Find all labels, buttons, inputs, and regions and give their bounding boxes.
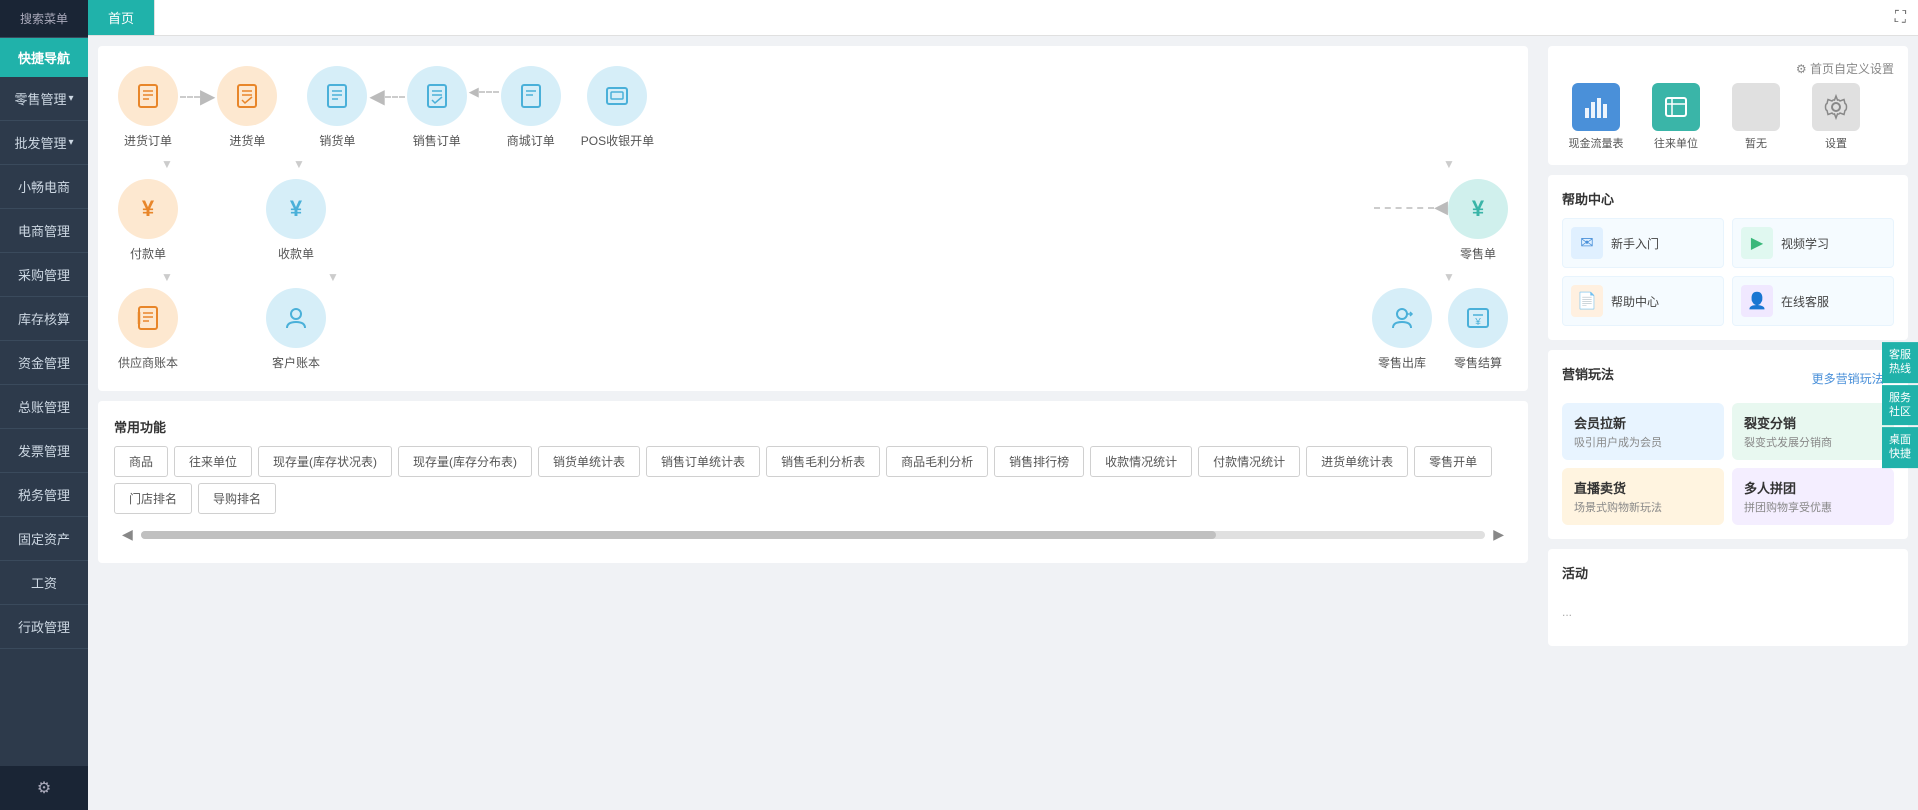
quick-icons: 现金流量表 往来单位 暂无 [1562, 83, 1894, 151]
btn-payment-stat[interactable]: 付款情况统计 [1198, 446, 1300, 477]
node-purchase-order[interactable]: 进货订单 [118, 66, 178, 149]
sidebar-item-ecommerce-mgmt[interactable]: 电商管理 [0, 209, 88, 253]
btn-stock-status[interactable]: 现存量(库存状况表) [258, 446, 392, 477]
marketing-item-group[interactable]: 多人拼团 拼团购物享受优惠 [1732, 468, 1894, 525]
marketing-item-live[interactable]: 直播卖货 场景式购物新玩法 [1562, 468, 1724, 525]
activity-card: 活动 ... [1548, 549, 1908, 646]
float-btn-desktop[interactable]: 桌面快捷 [1882, 427, 1918, 468]
help-item-beginner[interactable]: ✉ 新手入门 [1562, 218, 1724, 268]
btn-stock-dist[interactable]: 现存量(库存分布表) [398, 446, 532, 477]
btn-sales-rank[interactable]: 销售排行榜 [994, 446, 1084, 477]
help-item-video[interactable]: ▶ 视频学习 [1732, 218, 1894, 268]
sidebar-item-fixed-assets[interactable]: 固定资产 [0, 517, 88, 561]
scroll-right[interactable]: ▶ [1489, 526, 1508, 543]
node-purchase[interactable]: 进货单 [217, 66, 277, 149]
node-sales-order[interactable]: 销售订单 [407, 66, 467, 149]
float-btn-service[interactable]: 客服热线 [1882, 342, 1918, 383]
workflow-card: 进货订单 ▶ 进货单 [98, 46, 1528, 391]
tabs-bar: 首页 ⛶ [88, 0, 1918, 36]
sidebar-search[interactable]: 搜索菜单 [0, 0, 88, 38]
main-area: 首页 ⛶ 进货订单 [88, 0, 1918, 810]
node-payment[interactable]: ¥ 付款单 [118, 179, 178, 262]
btn-guide-rank[interactable]: 导购排名 [198, 483, 276, 514]
btn-store-rank[interactable]: 门店排名 [114, 483, 192, 514]
sidebar-item-admin[interactable]: 行政管理 [0, 605, 88, 649]
sidebar: 搜索菜单 快捷导航 零售管理▾ 批发管理▾ 小畅电商 电商管理 采购管理 库存核… [0, 0, 88, 810]
float-buttons: 客服热线 服务社区 桌面快捷 [1882, 342, 1918, 468]
scroll-track[interactable] [141, 531, 1485, 539]
node-customer-ledger[interactable]: 客户账本 [266, 288, 326, 371]
marketing-grid: 会员拉新 吸引用户成为会员 裂变分销 裂变式发展分销商 直播卖货 场景式购物新玩… [1562, 403, 1894, 525]
btn-sales-order-stat[interactable]: 销售订单统计表 [646, 446, 760, 477]
expand-icon[interactable]: ⛶ [1883, 0, 1918, 35]
sidebar-item-payroll[interactable]: 工资 [0, 561, 88, 605]
float-btn-community[interactable]: 服务社区 [1882, 385, 1918, 426]
btn-goods-gross[interactable]: 商品毛利分析 [886, 446, 988, 477]
svg-text:¥: ¥ [1474, 317, 1481, 328]
node-shop-order[interactable]: 商城订单 [501, 66, 561, 149]
scroll-left[interactable]: ◀ [118, 526, 137, 543]
content-area: 进货订单 ▶ 进货单 [88, 36, 1918, 810]
quick-access-card: ⚙ 首页自定义设置 现金流量表 往来单位 [1548, 46, 1908, 165]
help-center-title: 帮助中心 [1562, 189, 1894, 208]
common-grid: 商品 往来单位 现存量(库存状况表) 现存量(库存分布表) 销货单统计表 销售订… [114, 446, 1512, 514]
common-title: 常用功能 [114, 417, 1512, 436]
sidebar-gear-icon[interactable]: ⚙ [0, 766, 88, 810]
node-supplier-ledger[interactable]: 供应商账本 [118, 288, 178, 371]
sidebar-item-wholesale[interactable]: 批发管理▾ [0, 121, 88, 165]
quick-icon-cashflow[interactable]: 现金流量表 [1562, 83, 1630, 151]
sidebar-nav-header: 快捷导航 [0, 38, 88, 77]
sidebar-item-invoice[interactable]: 发票管理 [0, 429, 88, 473]
right-panel: ⚙ 首页自定义设置 现金流量表 往来单位 [1538, 36, 1918, 810]
left-panel: 进货订单 ▶ 进货单 [88, 36, 1538, 810]
quick-icon-partners[interactable]: 往来单位 [1642, 83, 1710, 151]
btn-sales-stat[interactable]: 销货单统计表 [538, 446, 640, 477]
help-center-card: 帮助中心 ✉ 新手入门 ▶ 视频学习 📄 帮助中心 👤 [1548, 175, 1908, 340]
sidebar-item-general-ledger[interactable]: 总账管理 [0, 385, 88, 429]
node-retail-settle[interactable]: ¥ 零售结算 [1448, 288, 1508, 371]
node-retail[interactable]: ¥ 零售单 [1448, 179, 1508, 262]
help-item-online-service[interactable]: 👤 在线客服 [1732, 276, 1894, 326]
sidebar-item-ecommerce[interactable]: 小畅电商 [0, 165, 88, 209]
btn-partners[interactable]: 往来单位 [174, 446, 252, 477]
btn-sales-gross[interactable]: 销售毛利分析表 [766, 446, 880, 477]
sidebar-item-inventory[interactable]: 库存核算 [0, 297, 88, 341]
btn-receipt-stat[interactable]: 收款情况统计 [1090, 446, 1192, 477]
sidebar-item-purchase[interactable]: 采购管理 [0, 253, 88, 297]
scroll-bar: ◀ ▶ [114, 522, 1512, 547]
scroll-thumb [141, 531, 1217, 539]
sidebar-item-tax[interactable]: 税务管理 [0, 473, 88, 517]
quick-settings-btn[interactable]: ⚙ 首页自定义设置 [1796, 60, 1894, 77]
node-retail-out[interactable]: 零售出库 [1372, 288, 1432, 371]
marketing-item-fission[interactable]: 裂变分销 裂变式发展分销商 [1732, 403, 1894, 460]
marketing-card: 营销玩法 更多营销玩法 > 会员拉新 吸引用户成为会员 裂变分销 裂变式发展分销… [1548, 350, 1908, 539]
quick-icon-none: 暂无 [1722, 83, 1790, 151]
quick-icon-settings[interactable]: 设置 [1802, 83, 1870, 151]
marketing-title: 营销玩法 [1562, 364, 1614, 383]
btn-goods[interactable]: 商品 [114, 446, 168, 477]
activity-title: 活动 [1562, 563, 1894, 582]
node-receipt[interactable]: ¥ 收款单 [266, 179, 326, 262]
node-sales[interactable]: 销货单 [307, 66, 367, 149]
node-pos[interactable]: POS收银开单 [581, 66, 654, 149]
quick-header: ⚙ 首页自定义设置 [1562, 60, 1894, 77]
common-functions: 常用功能 商品 往来单位 现存量(库存状况表) 现存量(库存分布表) 销货单统计… [98, 401, 1528, 563]
marketing-header: 营销玩法 更多营销玩法 > [1562, 364, 1894, 393]
help-grid: ✉ 新手入门 ▶ 视频学习 📄 帮助中心 👤 在线客服 [1562, 218, 1894, 326]
sidebar-item-retail[interactable]: 零售管理▾ [0, 77, 88, 121]
help-item-help-center[interactable]: 📄 帮助中心 [1562, 276, 1724, 326]
marketing-item-member[interactable]: 会员拉新 吸引用户成为会员 [1562, 403, 1724, 460]
tab-home[interactable]: 首页 [88, 0, 155, 35]
sidebar-item-finance[interactable]: 资金管理 [0, 341, 88, 385]
btn-purchase-stat[interactable]: 进货单统计表 [1306, 446, 1408, 477]
btn-retail-open[interactable]: 零售开单 [1414, 446, 1492, 477]
